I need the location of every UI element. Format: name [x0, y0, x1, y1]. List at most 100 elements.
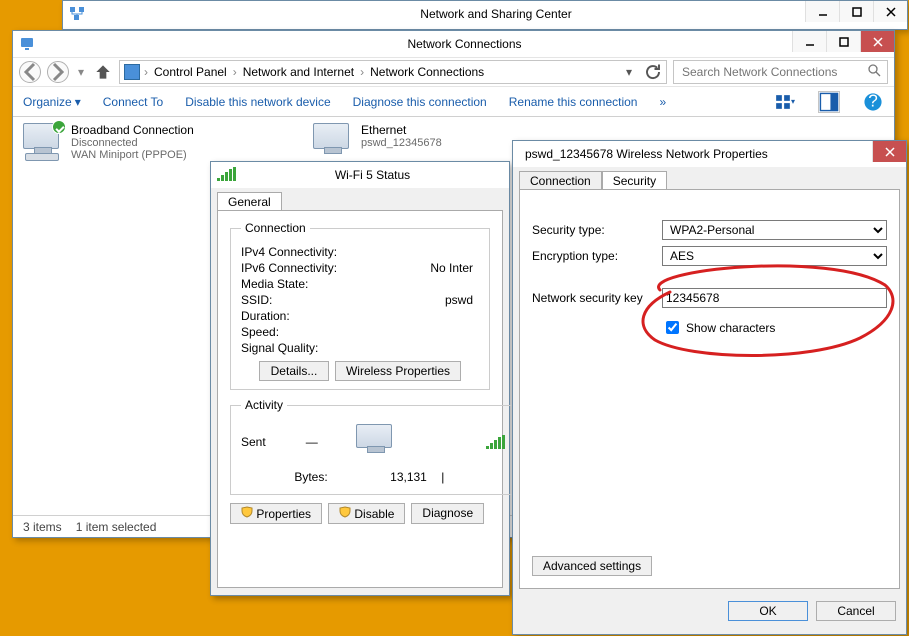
- maximize-button[interactable]: [826, 31, 860, 52]
- properties-button[interactable]: Properties: [230, 503, 322, 524]
- connection-device: WAN Miniport (PPPOE): [71, 149, 194, 161]
- connection-status: Disconnected: [71, 137, 194, 149]
- search-box[interactable]: [673, 60, 888, 84]
- connect-to-cmd[interactable]: Connect To: [103, 95, 164, 109]
- chevron-down-icon: ▾: [75, 95, 81, 109]
- value-ipv4: [381, 245, 479, 259]
- connection-group: Connection IPv4 Connectivity: IPv6 Conne…: [230, 221, 490, 390]
- organize-menu[interactable]: Organize ▾: [23, 95, 81, 109]
- chevron-right-icon: ›: [360, 65, 364, 79]
- minimize-button[interactable]: [792, 31, 826, 52]
- close-button[interactable]: [872, 141, 906, 162]
- dialog-title: Wi-Fi 5 Status: [236, 168, 509, 182]
- encryption-type-select[interactable]: AES: [662, 246, 887, 266]
- help-button[interactable]: ?: [862, 91, 884, 113]
- signal-icon: [486, 435, 505, 449]
- location-icon: [124, 64, 140, 80]
- search-input[interactable]: [680, 64, 868, 80]
- security-type-label: Security type:: [532, 223, 662, 237]
- tab-connection[interactable]: Connection: [519, 171, 602, 190]
- breadcrumb-item[interactable]: Network Connections: [368, 65, 486, 79]
- more-commands[interactable]: »: [659, 95, 666, 109]
- details-button[interactable]: Details...: [259, 361, 329, 381]
- show-characters-input[interactable]: [666, 321, 679, 334]
- diagnose-connection-cmd[interactable]: Diagnose this connection: [353, 95, 487, 109]
- network-key-input[interactable]: [662, 288, 887, 308]
- diagnose-button[interactable]: Diagnose: [411, 503, 484, 524]
- label-ssid: SSID:: [241, 293, 381, 307]
- chevron-right-icon: ›: [233, 65, 237, 79]
- value-speed: [381, 325, 479, 339]
- value-ipv6: No Inter: [381, 261, 479, 275]
- disable-button[interactable]: Disable: [328, 503, 405, 524]
- disable-device-cmd[interactable]: Disable this network device: [185, 95, 330, 109]
- group-label: Activity: [241, 398, 287, 412]
- item-count: 3 items: [23, 520, 62, 534]
- command-bar: Organize ▾ Connect To Disable this netwo…: [13, 87, 894, 117]
- history-dropdown[interactable]: ▾: [75, 65, 87, 79]
- label-signal: Signal Quality:: [241, 341, 381, 355]
- back-button[interactable]: [19, 61, 41, 83]
- forward-button[interactable]: [47, 61, 69, 83]
- window-title: Network and Sharing Center: [85, 7, 907, 21]
- connection-icon: [313, 123, 353, 159]
- app-icon: [69, 6, 85, 22]
- security-type-select[interactable]: WPA2-Personal: [662, 220, 887, 240]
- rename-connection-cmd[interactable]: Rename this connection: [509, 95, 638, 109]
- close-button[interactable]: [873, 1, 907, 22]
- value-duration: [381, 309, 479, 323]
- shield-icon: [339, 506, 351, 518]
- tab-security[interactable]: Security: [602, 171, 667, 190]
- preview-pane-button[interactable]: [818, 91, 840, 113]
- breadcrumb-item[interactable]: Control Panel: [152, 65, 229, 79]
- value-media: [381, 277, 479, 291]
- sent-label: Sent: [241, 435, 266, 449]
- view-options-button[interactable]: ▾: [774, 91, 796, 113]
- refresh-button[interactable]: [644, 61, 662, 83]
- label-ipv6: IPv6 Connectivity:: [241, 261, 381, 275]
- activity-group: Activity Sent — Bytes:13,131|: [230, 398, 516, 495]
- up-button[interactable]: [93, 61, 113, 83]
- label-duration: Duration:: [241, 309, 381, 323]
- cancel-button[interactable]: Cancel: [816, 601, 896, 621]
- label-media: Media State:: [241, 277, 381, 291]
- ok-button[interactable]: OK: [728, 601, 808, 621]
- dialog-wireless-properties: pswd_12345678 Wireless Network Propertie…: [512, 140, 907, 635]
- signal-icon: [217, 167, 236, 184]
- chevron-right-icon: ›: [144, 65, 148, 79]
- value-ssid: pswd: [381, 293, 479, 307]
- advanced-settings-button[interactable]: Advanced settings: [532, 556, 652, 576]
- shield-icon: [241, 506, 253, 518]
- label-speed: Speed:: [241, 325, 381, 339]
- address-dropdown[interactable]: ▾: [620, 61, 638, 83]
- window-title: Network Connections: [35, 37, 894, 51]
- svg-text:?: ?: [868, 92, 878, 110]
- app-icon: [19, 36, 35, 52]
- connection-status: pswd_12345678: [361, 137, 442, 149]
- breadcrumb[interactable]: › Control Panel › Network and Internet ›…: [119, 60, 667, 84]
- show-characters-checkbox[interactable]: Show characters: [662, 318, 887, 337]
- label-ipv4: IPv4 Connectivity:: [241, 245, 381, 259]
- show-characters-label: Show characters: [686, 321, 775, 335]
- connection-name: Ethernet: [361, 123, 442, 137]
- search-icon[interactable]: [868, 64, 881, 80]
- address-bar-row: ▾ › Control Panel › Network and Internet…: [13, 57, 894, 87]
- dialog-title: pswd_12345678 Wireless Network Propertie…: [519, 147, 906, 161]
- minimize-button[interactable]: [805, 1, 839, 22]
- connection-icon: [23, 123, 63, 159]
- breadcrumb-item[interactable]: Network and Internet: [241, 65, 356, 79]
- close-button[interactable]: [860, 31, 894, 52]
- bytes-received: [453, 470, 505, 484]
- network-key-label: Network security key: [532, 291, 662, 305]
- window-network-sharing-center: Network and Sharing Center: [62, 0, 908, 30]
- bytes-label: Bytes:: [241, 470, 381, 484]
- connection-item-broadband[interactable]: Broadband Connection Disconnected WAN Mi…: [23, 123, 273, 161]
- tab-general[interactable]: General: [217, 192, 282, 211]
- wireless-properties-button[interactable]: Wireless Properties: [335, 361, 461, 381]
- maximize-button[interactable]: [839, 1, 873, 22]
- status-ok-icon: [52, 120, 66, 134]
- group-label: Connection: [241, 221, 310, 235]
- encryption-type-label: Encryption type:: [532, 249, 662, 263]
- activity-icon: [356, 424, 396, 460]
- bytes-sent: 13,131: [381, 470, 433, 484]
